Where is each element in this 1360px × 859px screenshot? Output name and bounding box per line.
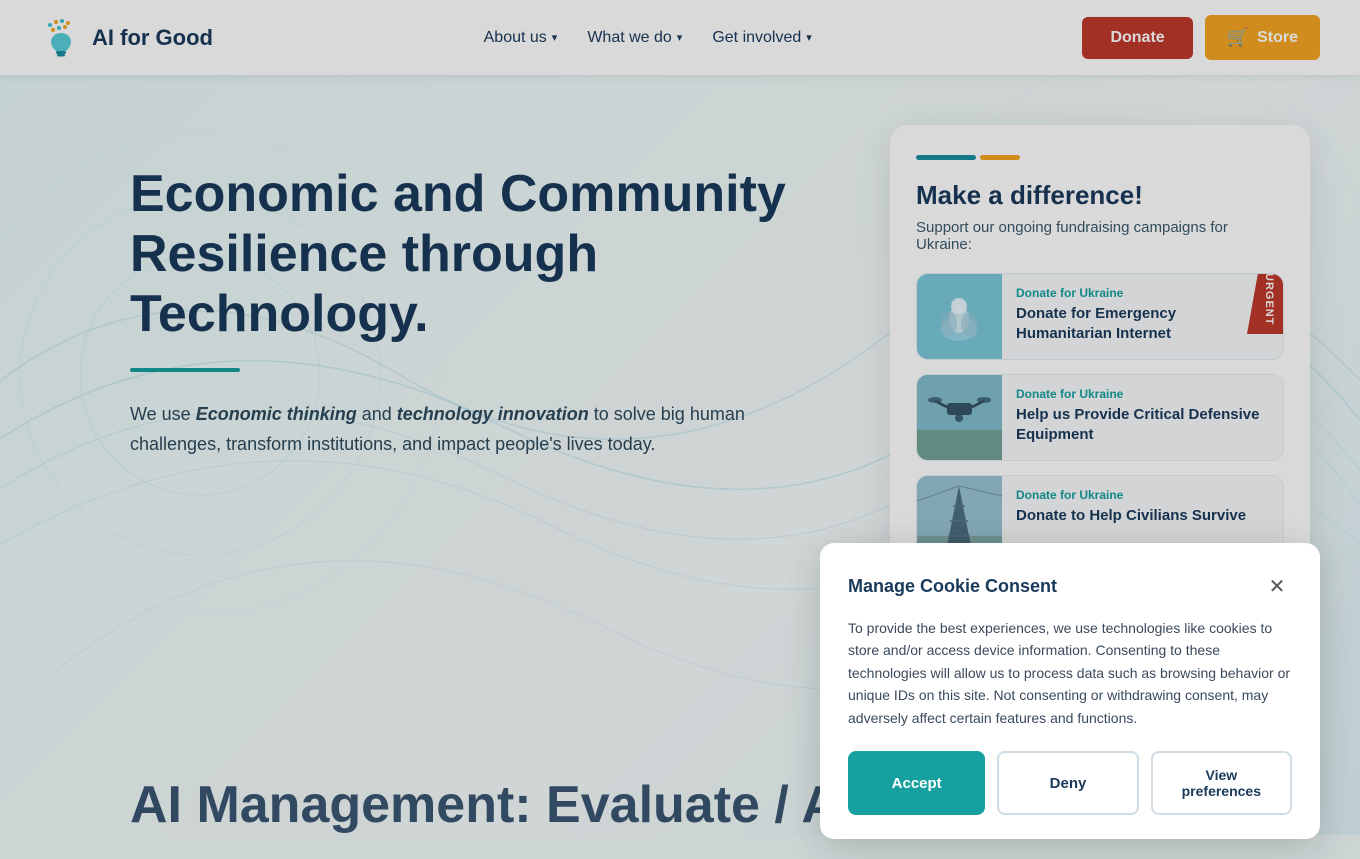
cookie-overlay: Manage Cookie Consent ✕ To provide the b… xyxy=(0,0,1360,859)
accept-button[interactable]: Accept xyxy=(848,751,985,815)
cookie-body: To provide the best experiences, we use … xyxy=(848,617,1292,729)
cookie-close-button[interactable]: ✕ xyxy=(1262,571,1292,601)
deny-button[interactable]: Deny xyxy=(997,751,1138,815)
cookie-title: Manage Cookie Consent xyxy=(848,576,1057,597)
view-preferences-button[interactable]: View preferences xyxy=(1151,751,1292,815)
cookie-modal: Manage Cookie Consent ✕ To provide the b… xyxy=(820,543,1320,839)
cookie-header: Manage Cookie Consent ✕ xyxy=(848,571,1292,601)
cookie-actions: Accept Deny View preferences xyxy=(848,751,1292,815)
